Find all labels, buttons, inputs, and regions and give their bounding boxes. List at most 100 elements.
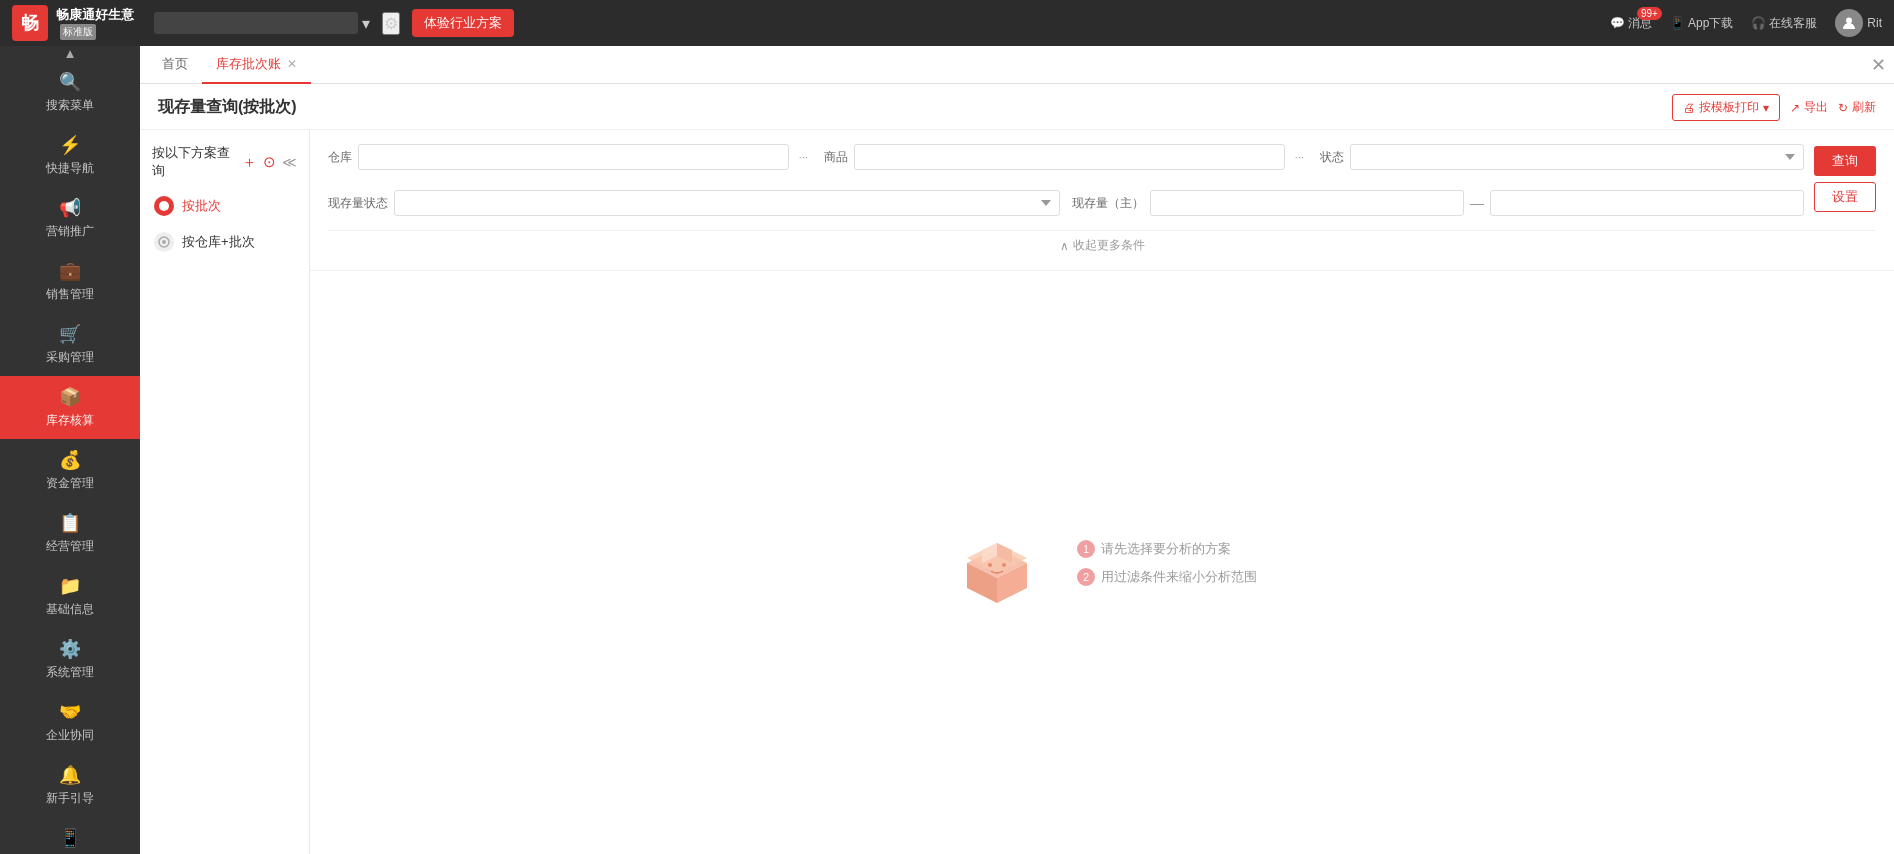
svg-point-10	[988, 563, 992, 567]
print-dropdown-icon: ▾	[1763, 101, 1769, 115]
company-name: 畅康通好生意	[56, 6, 134, 24]
topbar-service-btn[interactable]: 🎧 在线客服	[1751, 15, 1817, 32]
product-input[interactable]	[854, 144, 1285, 170]
right-area: 仓库 ··· 商品 ··· 状态	[310, 130, 1894, 854]
topbar: 畅 畅康通好生意 标准版 ▾ ⚙ 体验行业方案 💬 消息 99+ 📱 App下载…	[0, 0, 1894, 46]
topbar-user[interactable]: Rit	[1835, 9, 1882, 37]
sidebar-item-system[interactable]: ⚙️ 系统管理	[0, 628, 140, 691]
tip-num-1: 1	[1077, 540, 1095, 558]
sidebar-item-purchase[interactable]: 🛒 采购管理	[0, 313, 140, 376]
sidebar-label-newguide: 新手引导	[46, 790, 94, 807]
tab-bar: 首页 库存批次账 ✕ ✕	[140, 46, 1894, 84]
tab-close-all-btn[interactable]: ✕	[1871, 54, 1886, 76]
sidebar-item-newguide[interactable]: 🔔 新手引导	[0, 754, 140, 817]
svg-point-0	[1846, 18, 1852, 24]
filter-row-2: 现存量状态 现存量（主） —	[328, 190, 1804, 216]
filter-row-1: 仓库 ··· 商品 ··· 状态	[328, 144, 1804, 170]
schema-item-by-batch[interactable]: 按批次	[140, 188, 309, 224]
print-btn[interactable]: 🖨 按模板打印 ▾	[1672, 94, 1780, 121]
sidebar-item-quicknav[interactable]: ⚡ 快捷导航	[0, 124, 140, 187]
stock-status-select[interactable]	[394, 190, 1060, 216]
filter-main: 按以下方案查询 ＋ ⊙ ≪ 按批次	[140, 130, 1894, 854]
sidebar-label-inventory: 库存核算	[46, 412, 94, 429]
sales-icon: 💼	[59, 260, 81, 282]
schema-panel: 按以下方案查询 ＋ ⊙ ≪ 按批次	[140, 130, 310, 854]
sidebar-item-operations[interactable]: 📋 经营管理	[0, 502, 140, 565]
content-area: 首页 库存批次账 ✕ ✕ 现存量查询(按批次) 🖨 按模板打印 ▾ ↗ 导出	[140, 46, 1894, 854]
topbar-msg-btn[interactable]: 💬 消息 99+	[1610, 15, 1652, 32]
sidebar-label-marketing: 营销推广	[46, 223, 94, 240]
export-btn[interactable]: ↗ 导出	[1790, 99, 1828, 116]
sidebar-item-cooperation[interactable]: 🤝 企业协同	[0, 691, 140, 754]
stock-qty-dash: —	[1470, 195, 1484, 211]
tab-home[interactable]: 首页	[148, 46, 202, 84]
refresh-btn[interactable]: ↻ 刷新	[1838, 99, 1876, 116]
stock-status-label: 现存量状态	[328, 195, 388, 212]
sidebar-item-finance[interactable]: 💰 资金管理	[0, 439, 140, 502]
sidebar-scroll-up[interactable]: ▲	[0, 46, 140, 61]
sidebar-label-purchase: 采购管理	[46, 349, 94, 366]
app-logo: 畅	[12, 5, 48, 41]
sidebar-item-search[interactable]: 🔍 搜索菜单	[0, 61, 140, 124]
schema-item-by-warehouse-batch[interactable]: 按仓库+批次	[140, 224, 309, 260]
sidebar: ▲ 🔍 搜索菜单 ⚡ 快捷导航 📢 营销推广 💼 销售管理 🛒 采购管理 📦 库…	[0, 46, 140, 854]
product-field: 商品 ···	[824, 144, 1308, 170]
warehouse-label: 仓库	[328, 149, 352, 166]
page-header: 现存量查询(按批次) 🖨 按模板打印 ▾ ↗ 导出 ↻ 刷新	[140, 84, 1894, 130]
schema-add-icon[interactable]: ＋	[242, 153, 257, 172]
stock-qty-max-input[interactable]	[1490, 190, 1804, 216]
sidebar-label-operations: 经营管理	[46, 538, 94, 555]
purchase-icon: 🛒	[59, 323, 81, 345]
status-label: 状态	[1320, 149, 1344, 166]
topbar-right: 💬 消息 99+ 📱 App下载 🎧 在线客服 Rit	[1610, 9, 1882, 37]
settings-btn[interactable]: 设置	[1814, 182, 1876, 212]
tab-close-btn[interactable]: ✕	[287, 57, 297, 71]
status-select[interactable]	[1350, 144, 1804, 170]
warehouse-input[interactable]	[358, 144, 789, 170]
stock-qty-label: 现存量（主）	[1072, 195, 1144, 212]
empty-inner: 1 请先选择要分析的方案 2 用过滤条件来缩小分析范围	[947, 513, 1257, 613]
sidebar-item-basics[interactable]: 📁 基础信息	[0, 565, 140, 628]
cooperation-icon: 🤝	[59, 701, 81, 723]
topbar-search-area: ▾	[154, 12, 374, 34]
query-btn[interactable]: 查询	[1814, 146, 1876, 176]
sidebar-label-sales: 销售管理	[46, 286, 94, 303]
topbar-gear-btn[interactable]: ⚙	[382, 12, 400, 35]
service-icon: 🎧	[1751, 16, 1766, 30]
quicknav-icon: ⚡	[59, 134, 81, 156]
product-more-btn[interactable]: ···	[1291, 151, 1308, 163]
schema-item-label-by-warehouse-batch: 按仓库+批次	[182, 233, 255, 251]
schema-panel-title: 按以下方案查询	[152, 144, 242, 180]
warehouse-more-btn[interactable]: ···	[795, 151, 812, 163]
edition-badge: 标准版	[60, 24, 96, 40]
system-icon: ⚙️	[59, 638, 81, 660]
filter-collapse-btn[interactable]: ∧ 收起更多条件	[328, 230, 1876, 260]
collapse-icon: ∧	[1060, 239, 1069, 253]
company-info: 畅康通好生意 标准版	[56, 6, 134, 40]
filter-bar: 仓库 ··· 商品 ··· 状态	[310, 130, 1894, 271]
sidebar-item-marketing[interactable]: 📢 营销推广	[0, 187, 140, 250]
search-icon: 🔍	[59, 71, 81, 93]
schema-panel-header: 按以下方案查询 ＋ ⊙ ≪	[140, 140, 309, 188]
msg-badge: 99+	[1637, 7, 1662, 20]
sidebar-label-search: 搜索菜单	[46, 97, 94, 114]
stock-qty-min-input[interactable]	[1150, 190, 1464, 216]
topbar-dropdown-btn[interactable]: ▾	[358, 14, 374, 33]
sidebar-label-finance: 资金管理	[46, 475, 94, 492]
sidebar-label-basics: 基础信息	[46, 601, 94, 618]
empty-tips: 1 请先选择要分析的方案 2 用过滤条件来缩小分析范围	[1077, 540, 1257, 586]
sidebar-item-appcenter[interactable]: 📱 应用中心	[0, 817, 140, 854]
industry-btn[interactable]: 体验行业方案	[412, 9, 514, 37]
avatar	[1835, 9, 1863, 37]
inventory-icon: 📦	[59, 386, 81, 408]
topbar-search-input[interactable]	[154, 12, 358, 34]
schema-collapse-icon[interactable]: ≪	[282, 154, 297, 170]
sidebar-item-inventory[interactable]: 📦 库存核算	[0, 376, 140, 439]
topbar-app-btn[interactable]: 📱 App下载	[1670, 15, 1733, 32]
schema-settings-icon[interactable]: ⊙	[263, 153, 276, 171]
stock-status-field: 现存量状态	[328, 190, 1060, 216]
product-label: 商品	[824, 149, 848, 166]
sidebar-item-sales[interactable]: 💼 销售管理	[0, 250, 140, 313]
tab-inventory-batch[interactable]: 库存批次账 ✕	[202, 46, 311, 84]
main-layout: ▲ 🔍 搜索菜单 ⚡ 快捷导航 📢 营销推广 💼 销售管理 🛒 采购管理 📦 库…	[0, 46, 1894, 854]
